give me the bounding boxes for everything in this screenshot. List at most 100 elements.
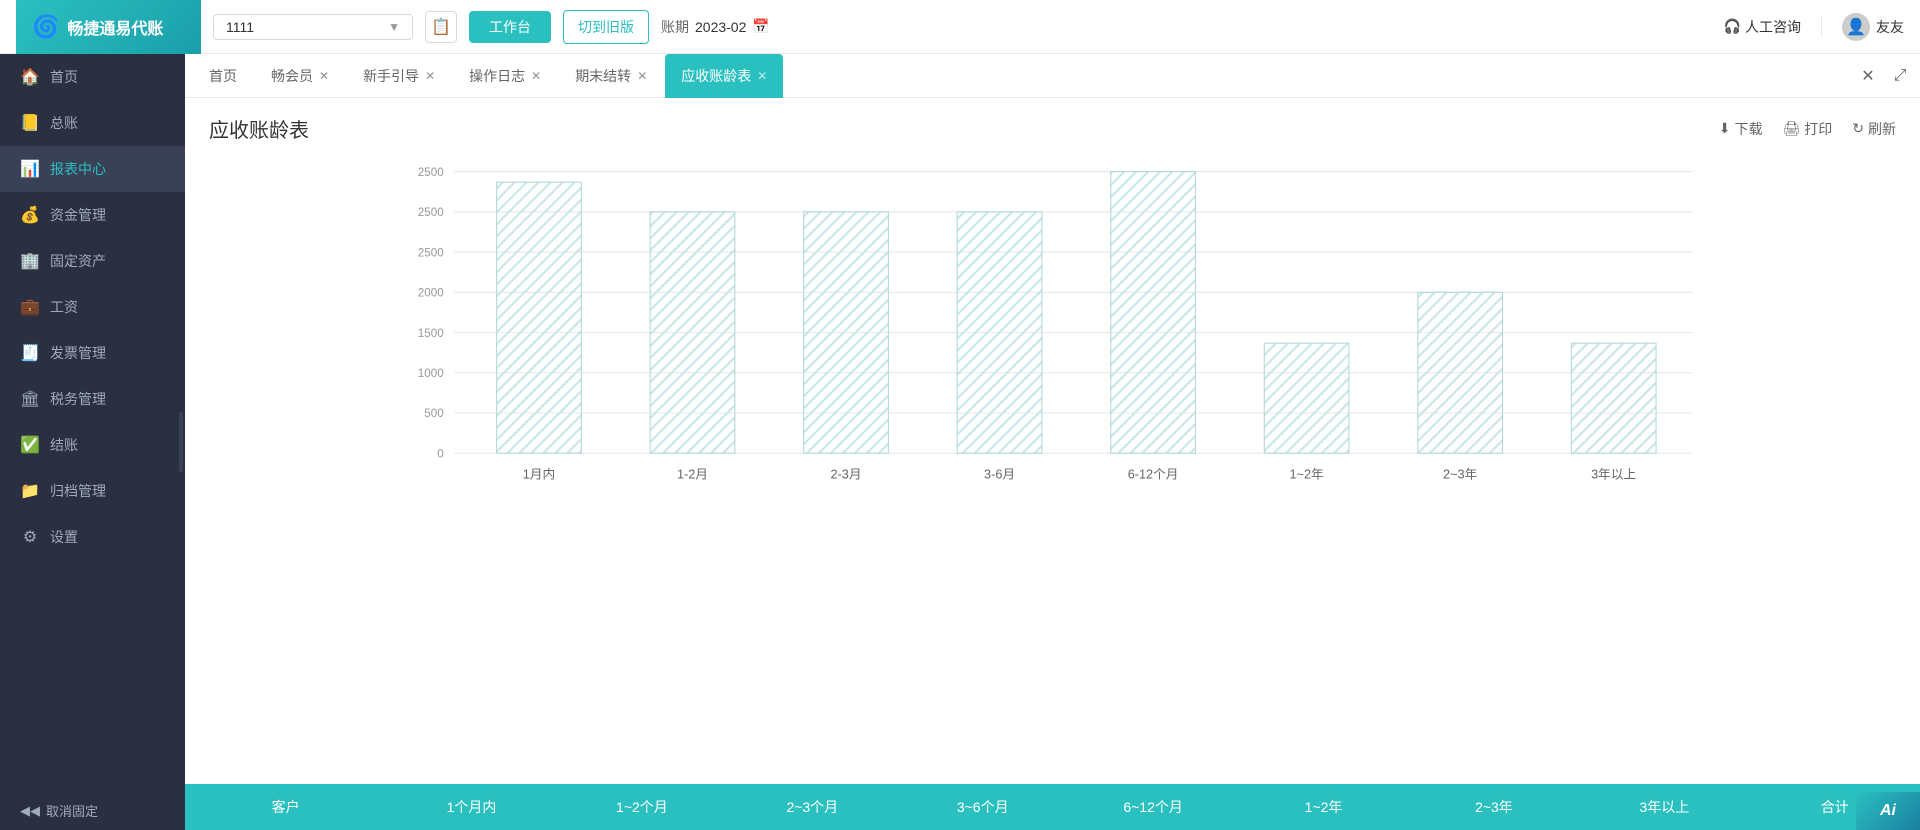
period-area: 账期 2023-02 📅 [661, 17, 770, 37]
table-col-6-12m: 6~12个月 [1068, 797, 1238, 817]
tab-home[interactable]: 首页 [193, 54, 253, 98]
cancel-pin-button[interactable]: ◀◀ 取消固定 [0, 791, 185, 830]
assets-icon: 🏢 [20, 251, 40, 271]
sidebar-item-label: 发票管理 [50, 343, 106, 363]
ai-badge[interactable]: Ai [1856, 792, 1920, 830]
bar-2-3年[interactable] [1418, 292, 1503, 453]
support-label: 人工咨询 [1745, 17, 1801, 37]
svg-text:2500: 2500 [418, 246, 444, 259]
sidebar-item-settle[interactable]: ✅ 结账 [0, 422, 185, 468]
sidebar-item-tax[interactable]: 🏛 税务管理 [0, 376, 185, 422]
tab-guide[interactable]: 新手引导 ✕ [347, 54, 451, 98]
sidebar-item-label: 税务管理 [50, 389, 106, 409]
tab-home-label: 首页 [209, 66, 237, 86]
sidebar-item-label: 设置 [50, 527, 78, 547]
support-link[interactable]: 🎧 人工咨询 [1724, 17, 1801, 37]
logo-area: 🌀 畅捷通易代账 [16, 0, 201, 54]
tab-oplog-label: 操作日志 [469, 66, 525, 86]
expand-tab-button[interactable]: ⤢ [1888, 64, 1912, 88]
company-selector[interactable]: 1111 ▼ [213, 14, 413, 40]
bar-3-6月[interactable] [957, 212, 1042, 453]
user-area[interactable]: 👤 友友 [1842, 13, 1904, 41]
table-col-customer: 客户 [185, 797, 386, 817]
sidebar-item-home[interactable]: 🏠 首页 [0, 54, 185, 100]
sidebar-item-ledger[interactable]: 📒 总账 [0, 100, 185, 146]
settings-icon: ⚙ [20, 527, 40, 547]
print-label: 打印 [1804, 119, 1832, 139]
download-button[interactable]: ⬇ 下载 [1719, 119, 1763, 139]
bar-2-3月[interactable] [804, 212, 889, 453]
tab-oplog[interactable]: 操作日志 ✕ [453, 54, 557, 98]
svg-text:1-2月: 1-2月 [677, 468, 708, 482]
logo-text: 畅捷通易代账 [67, 15, 163, 39]
sidebar-item-archive[interactable]: 📁 归档管理 [0, 468, 185, 514]
bar-1月内[interactable] [497, 182, 582, 453]
tab-actions: ✕ ⤢ [1856, 64, 1912, 88]
svg-text:1~2年: 1~2年 [1290, 468, 1325, 482]
sidebar-item-label: 结账 [50, 435, 78, 455]
tab-period-end-label: 期末结转 [575, 66, 631, 86]
svg-text:500: 500 [424, 407, 444, 420]
tab-period-end[interactable]: 期末结转 ✕ [559, 54, 663, 98]
table-col-1m: 1个月内 [386, 797, 556, 817]
bar-chart: 2500 2500 2500 2000 1500 1000 500 0 [209, 161, 1896, 521]
avatar: 👤 [1842, 13, 1870, 41]
bar-1-2年[interactable] [1264, 343, 1349, 453]
svg-text:2500: 2500 [418, 206, 444, 219]
tab-ar-aging-close[interactable]: ✕ [757, 69, 767, 83]
tab-bar: 首页 畅会员 ✕ 新手引导 ✕ 操作日志 ✕ 期末结转 ✕ 应收账龄表 ✕ [185, 54, 1920, 98]
tab-period-end-close[interactable]: ✕ [637, 69, 647, 83]
chevron-down-icon: ▼ [388, 20, 400, 34]
switch-old-version-button[interactable]: 切到旧版 [563, 10, 649, 44]
right-actions: 🎧 人工咨询 👤 友友 [1724, 13, 1904, 41]
sidebar-item-invoice[interactable]: 🧾 发票管理 [0, 330, 185, 376]
settle-icon: ✅ [20, 435, 40, 455]
sidebar-item-label: 归档管理 [50, 481, 106, 501]
table-col-3-6m: 3~6个月 [898, 797, 1068, 817]
calendar-icon-btn[interactable]: 📋 [425, 11, 457, 43]
content-area: 首页 畅会员 ✕ 新手引导 ✕ 操作日志 ✕ 期末结转 ✕ 应收账龄表 ✕ [185, 54, 1920, 830]
user-name: 友友 [1876, 17, 1904, 37]
period-value: 2023-02 [695, 19, 746, 35]
sidebar-scrollbar[interactable] [179, 412, 183, 472]
bar-1-2月[interactable] [650, 212, 735, 453]
close-all-tabs-button[interactable]: ✕ [1856, 64, 1880, 88]
invoice-icon: 🧾 [20, 343, 40, 363]
tab-oplog-close[interactable]: ✕ [531, 69, 541, 83]
table-header: 客户 1个月内 1~2个月 2~3个月 3~6个月 6~12个月 1~2年 2~… [185, 784, 1920, 830]
tab-guide-label: 新手引导 [363, 66, 419, 86]
tab-ar-aging[interactable]: 应收账龄表 ✕ [665, 54, 783, 98]
bar-6-12月[interactable] [1111, 172, 1196, 454]
sidebar-item-settings[interactable]: ⚙ 设置 [0, 514, 185, 560]
main-layout: 🏠 首页 📒 总账 📊 报表中心 💰 资金管理 🏢 固定资产 💼 工资 🧾 发票… [0, 54, 1920, 830]
workbench-button[interactable]: 工作台 [469, 11, 551, 43]
sidebar-item-funds[interactable]: 💰 资金管理 [0, 192, 185, 238]
cancel-pin-label: 取消固定 [46, 801, 98, 820]
svg-text:1月内: 1月内 [523, 468, 555, 482]
bar-3年以上[interactable] [1571, 343, 1656, 453]
sidebar-item-assets[interactable]: 🏢 固定资产 [0, 238, 185, 284]
page-header: 应收账龄表 ⬇ 下载 🖨 打印 ↻ 刷新 [185, 98, 1920, 151]
print-button[interactable]: 🖨 打印 [1782, 119, 1832, 139]
page-content: 应收账龄表 ⬇ 下载 🖨 打印 ↻ 刷新 [185, 98, 1920, 830]
page-title: 应收账龄表 [209, 114, 309, 143]
download-label: 下载 [1734, 119, 1762, 139]
table-col-2-3m: 2~3个月 [727, 797, 897, 817]
ledger-icon: 📒 [20, 113, 40, 133]
tab-member-label: 畅会员 [271, 66, 313, 86]
tab-guide-close[interactable]: ✕ [425, 69, 435, 83]
download-icon: ⬇ [1719, 120, 1731, 137]
refresh-button[interactable]: ↻ 刷新 [1852, 119, 1896, 139]
tab-member-close[interactable]: ✕ [319, 69, 329, 83]
svg-text:3年以上: 3年以上 [1591, 468, 1636, 482]
sidebar-item-salary[interactable]: 💼 工资 [0, 284, 185, 330]
sidebar-item-label: 固定资产 [50, 251, 106, 271]
svg-text:0: 0 [437, 447, 444, 460]
sidebar: 🏠 首页 📒 总账 📊 报表中心 💰 资金管理 🏢 固定资产 💼 工资 🧾 发票… [0, 54, 185, 830]
tab-member[interactable]: 畅会员 ✕ [255, 54, 345, 98]
sidebar-item-reports[interactable]: 📊 报表中心 [0, 146, 185, 192]
calendar-period-icon[interactable]: 📅 [752, 18, 769, 35]
headset-icon: 🎧 [1724, 18, 1741, 35]
pin-icon: ◀◀ [20, 803, 40, 819]
sidebar-item-label: 报表中心 [50, 159, 106, 179]
